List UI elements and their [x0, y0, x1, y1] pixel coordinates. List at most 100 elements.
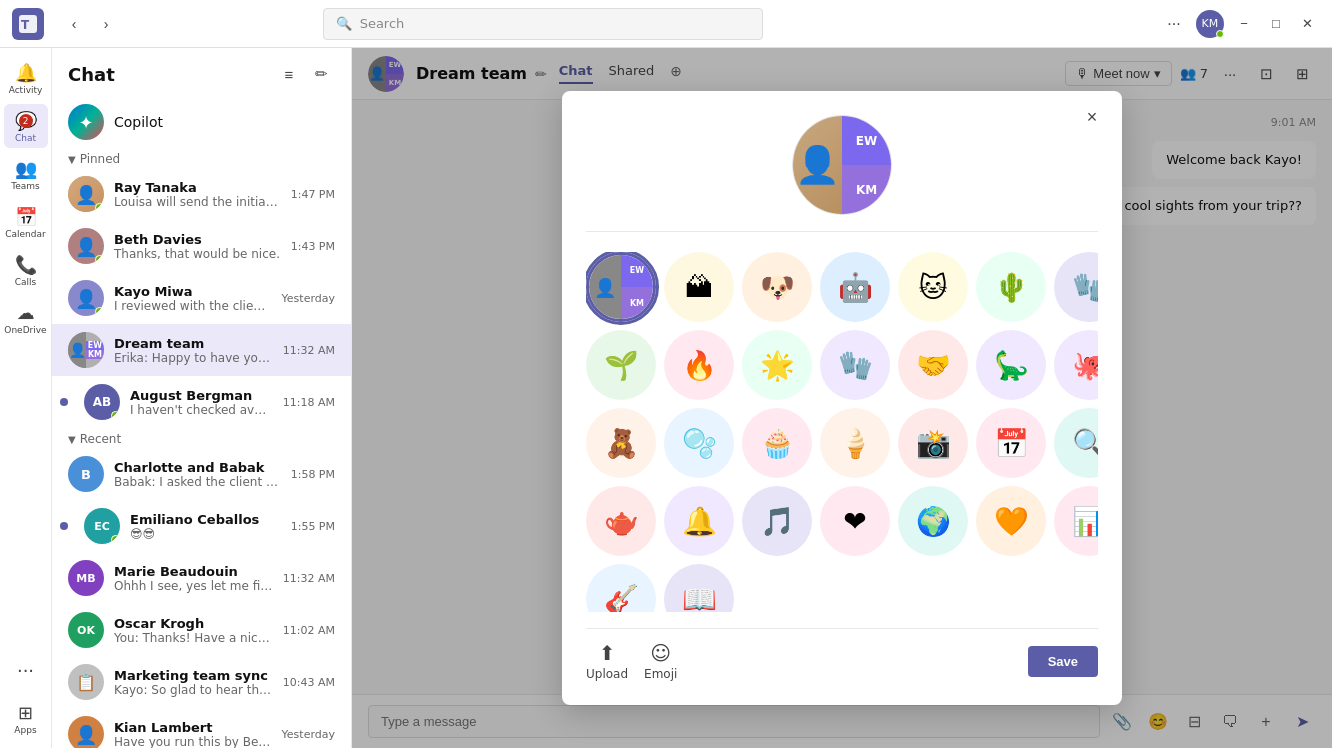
sidebar-item-apps[interactable]: ⊞ Apps: [4, 696, 48, 740]
emoji-item-14[interactable]: 🧸: [586, 408, 656, 478]
sidebar-item-calls[interactable]: 📞 Calls: [4, 248, 48, 292]
sidebar-item-activity[interactable]: 🔔 Activity: [4, 56, 48, 100]
emoji-item-5[interactable]: 🌵: [976, 252, 1046, 322]
sidebar-item-teams[interactable]: 👥 Teams: [4, 152, 48, 196]
emoji-item-10[interactable]: 🧤: [820, 330, 890, 400]
marie-name: Marie Beaudouin: [114, 564, 273, 579]
filter-button[interactable]: ≡: [275, 60, 303, 88]
modal-close-button[interactable]: ×: [1078, 103, 1106, 131]
emoji-item-2[interactable]: 🐶: [742, 252, 812, 322]
emoji-item-20[interactable]: 🔍: [1054, 408, 1098, 478]
calls-label: Calls: [15, 277, 37, 287]
apps-label: Apps: [14, 725, 36, 735]
emoji-item-24[interactable]: ❤: [820, 486, 890, 556]
sidebar-item-chat[interactable]: 💬2 Chat: [4, 104, 48, 148]
emoji-item-26[interactable]: 🧡: [976, 486, 1046, 556]
sidebar-item-more[interactable]: ···: [4, 648, 48, 692]
charlotte-babak-preview: Babak: I asked the client to send...: [114, 475, 281, 489]
emoji-item-8[interactable]: 🔥: [664, 330, 734, 400]
kayo-miwa-info: Kayo Miwa I reviewed with the client on …: [114, 284, 272, 313]
copilot-label: Copilot: [114, 114, 163, 130]
kian-avatar: 👤: [68, 716, 104, 748]
august-bergman-avatar: AB: [84, 384, 120, 420]
maximize-button[interactable]: □: [1264, 12, 1288, 36]
upload-label: Upload: [586, 667, 628, 681]
chat-icon: 💬2: [15, 110, 37, 131]
emoji-item-23[interactable]: 🎵: [742, 486, 812, 556]
chat-item-marie-beaudouin[interactable]: MB Marie Beaudouin Ohhh I see, yes let m…: [52, 552, 351, 604]
august-bergman-name: August Bergman: [130, 388, 273, 403]
emoji-item-3[interactable]: 🤖: [820, 252, 890, 322]
chat-item-august-bergman[interactable]: AB August Bergman I haven't checked avai…: [52, 376, 351, 428]
nav-back-button[interactable]: ‹: [60, 10, 88, 38]
ray-tanaka-time: 1:47 PM: [291, 188, 335, 201]
chat-item-beth-davies[interactable]: 👤 Beth Davies Thanks, that would be nice…: [52, 220, 351, 272]
emoji-picker-icon: ☺: [650, 641, 671, 665]
emoji-item-29[interactable]: 📖: [664, 564, 734, 612]
upload-action[interactable]: ⬆ Upload: [586, 641, 628, 681]
emoji-item-19[interactable]: 📅: [976, 408, 1046, 478]
august-bergman-status: [111, 411, 120, 420]
nav-forward-button[interactable]: ›: [92, 10, 120, 38]
marie-preview: Ohhh I see, yes let me fix that!: [114, 579, 273, 593]
emoji-item-4[interactable]: 🐱: [898, 252, 968, 322]
emoji-item-25[interactable]: 🌍: [898, 486, 968, 556]
emoji-item-21[interactable]: 🫖: [586, 486, 656, 556]
emiliano-time: 1:55 PM: [291, 520, 335, 533]
kian-time: Yesterday: [282, 728, 335, 741]
emoji-item-1[interactable]: 🏔: [664, 252, 734, 322]
emoji-item-6[interactable]: 🧤: [1054, 252, 1098, 322]
emiliano-name: Emiliano Ceballos: [130, 512, 281, 527]
pinned-section-header[interactable]: ▼ Pinned: [52, 148, 351, 168]
chat-item-oscar-krogh[interactable]: OK Oscar Krogh You: Thanks! Have a nice …: [52, 604, 351, 656]
emoji-action[interactable]: ☺ Emoji: [644, 641, 677, 681]
user-avatar[interactable]: KM: [1196, 10, 1224, 38]
emoji-item-12[interactable]: 🦕: [976, 330, 1046, 400]
emoji-item-18[interactable]: 📸: [898, 408, 968, 478]
teams-label: Teams: [11, 181, 39, 191]
emoji-item-15[interactable]: 🫧: [664, 408, 734, 478]
emoji-item-22[interactable]: 🔔: [664, 486, 734, 556]
minimize-button[interactable]: −: [1232, 12, 1256, 36]
sidebar-item-onedrive[interactable]: ☁ OneDrive: [4, 296, 48, 340]
chat-item-emiliano-ceballos[interactable]: EC Emiliano Ceballos 😎😎 1:55 PM: [52, 500, 351, 552]
dream-team-name: Dream team: [114, 336, 273, 351]
emoji-item-17[interactable]: 🍦: [820, 408, 890, 478]
emoji-item-28[interactable]: 🎸: [586, 564, 656, 612]
emoji-item-9[interactable]: 🌟: [742, 330, 812, 400]
recent-section-header[interactable]: ▼ Recent: [52, 428, 351, 448]
save-button[interactable]: Save: [1028, 646, 1098, 677]
sidebar-item-calendar[interactable]: 📅 Calendar: [4, 200, 48, 244]
app-logo: T: [12, 8, 44, 40]
close-button[interactable]: ✕: [1296, 12, 1320, 36]
august-bergman-info: August Bergman I haven't checked availab…: [130, 388, 273, 417]
emoji-item-7[interactable]: 🌱: [586, 330, 656, 400]
chat-item-dream-team[interactable]: 👤 EW KM Dream team Erika: Happy to have …: [52, 324, 351, 376]
modal-overlay: × 👤 EW KM 👤: [352, 48, 1332, 748]
oscar-name: Oscar Krogh: [114, 616, 273, 631]
online-status-dot: [1216, 30, 1224, 38]
chat-item-marketing-team[interactable]: 📋 Marketing team sync Kayo: So glad to h…: [52, 656, 351, 708]
chat-item-ray-tanaka[interactable]: 👤 Ray Tanaka Louisa will send the initia…: [52, 168, 351, 220]
emoji-item-0[interactable]: 👤 EW KM: [586, 252, 656, 322]
recent-arrow-icon: ▼: [68, 434, 76, 445]
emoji-item-13[interactable]: 🐙: [1054, 330, 1098, 400]
chat-item-charlotte-babak[interactable]: B Charlotte and Babak Babak: I asked the…: [52, 448, 351, 500]
chat-item-kayo-miwa[interactable]: 👤 Kayo Miwa I reviewed with the client o…: [52, 272, 351, 324]
kian-preview: Have you run this by Beth? Mak...: [114, 735, 272, 749]
chat-item-kian-lambert[interactable]: 👤 Kian Lambert Have you run this by Beth…: [52, 708, 351, 748]
emoji-grid: 👤 EW KM 🏔🐶🤖🐱🌵🧤🌱🔥🌟🧤🤝🦕🐙🧸🫧🧁🍦📸📅🔍🫖🔔🎵❤🌍🧡📊🎸📖: [586, 252, 1098, 612]
chat-list-panel: Chat ≡ ✏ ✦ Copilot ▼ Pinned 👤: [52, 48, 352, 748]
onedrive-icon: ☁: [17, 302, 35, 323]
emoji-item-11[interactable]: 🤝: [898, 330, 968, 400]
emoji-item-27[interactable]: 📊: [1054, 486, 1098, 556]
dream-team-info: Dream team Erika: Happy to have you back…: [114, 336, 273, 365]
charlotte-babak-info: Charlotte and Babak Babak: I asked the c…: [114, 460, 281, 489]
kayo-miwa-avatar: 👤: [68, 280, 104, 316]
new-chat-button[interactable]: ✏: [307, 60, 335, 88]
copilot-item[interactable]: ✦ Copilot: [52, 96, 351, 148]
search-bar[interactable]: 🔍 Search: [323, 8, 763, 40]
emoji-item-16[interactable]: 🧁: [742, 408, 812, 478]
emiliano-status: [111, 535, 120, 544]
more-options-button[interactable]: ···: [1160, 10, 1188, 38]
